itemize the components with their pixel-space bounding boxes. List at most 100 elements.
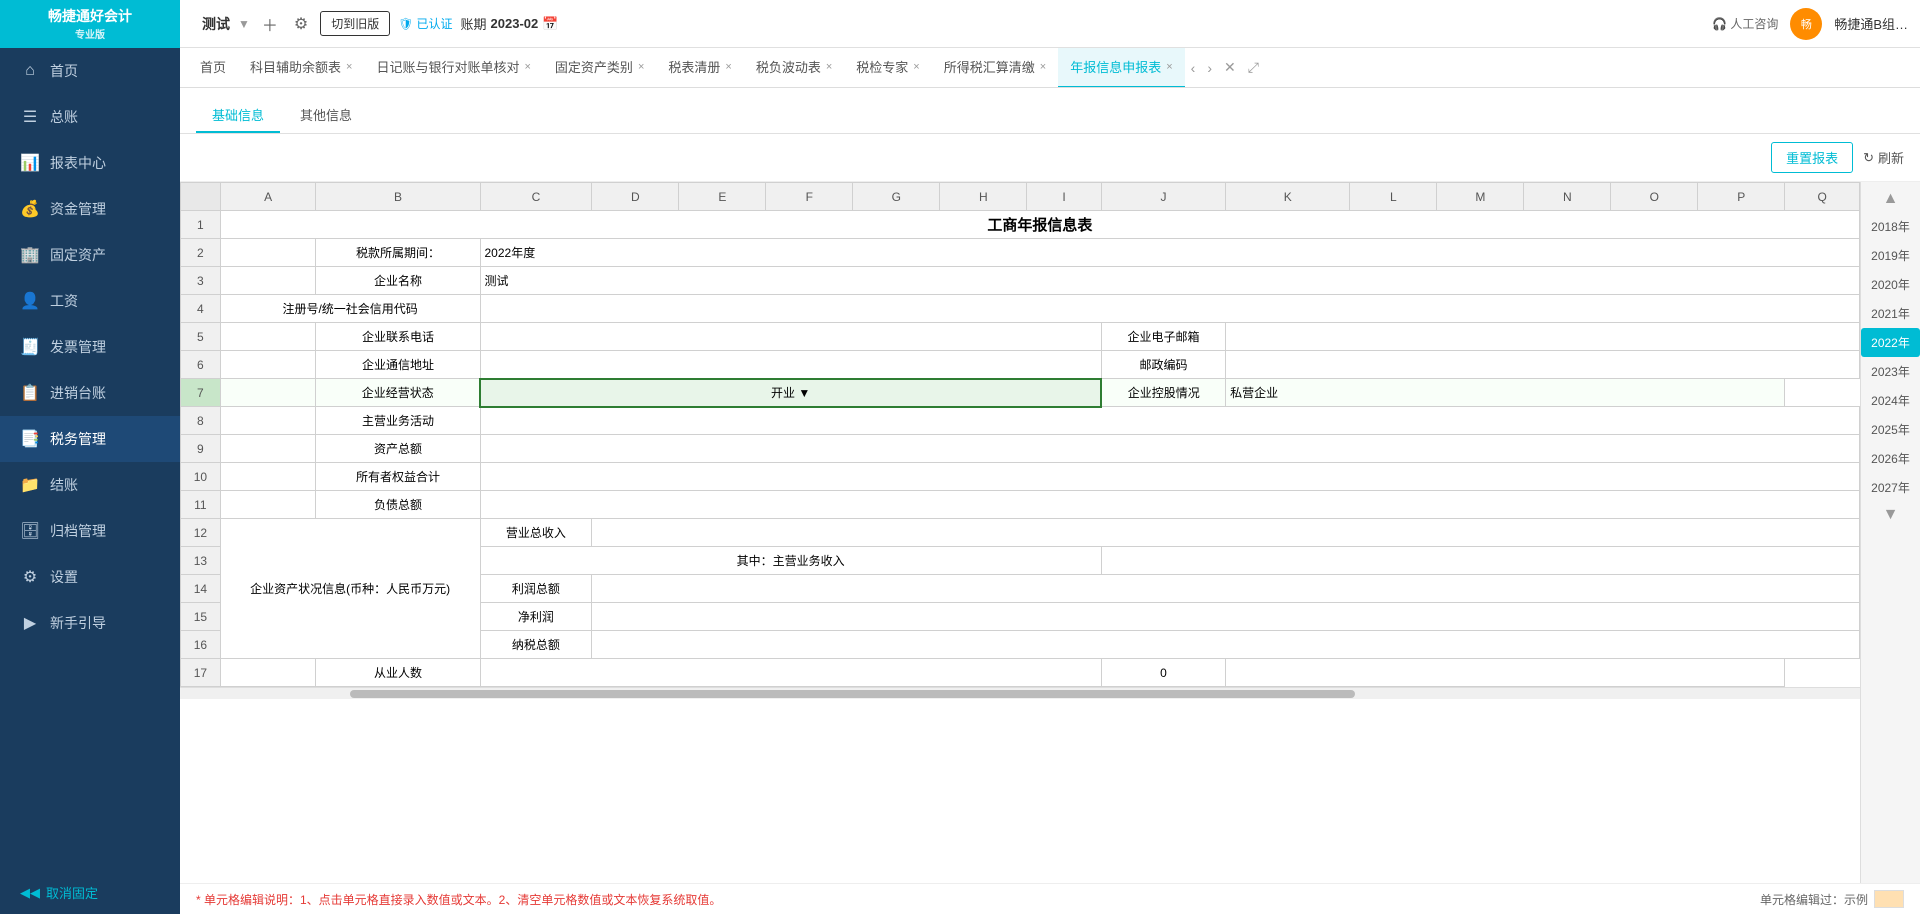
cell-4-c[interactable]	[480, 295, 1860, 323]
cell-10-c[interactable]	[480, 463, 1860, 491]
cell-2-a[interactable]	[220, 239, 316, 267]
sidebar-footer-unpin[interactable]: ◀◀ 取消固定	[0, 871, 180, 914]
tab-tax-expert[interactable]: 税检专家 ×	[844, 48, 931, 88]
cell-11-a[interactable]	[220, 491, 316, 519]
cell-3-c[interactable]: 测试	[480, 267, 1860, 295]
cell-9-a[interactable]	[220, 435, 316, 463]
cell-8-a[interactable]	[220, 407, 316, 435]
cell-12-val[interactable]	[592, 519, 1860, 547]
cell-5-k[interactable]	[1226, 323, 1860, 351]
cell-14-profit[interactable]: 利润总额	[480, 575, 592, 603]
cell-10-b[interactable]: 所有者权益合计	[316, 463, 480, 491]
cell-9-c[interactable]	[480, 435, 1860, 463]
sidebar-item-payroll[interactable]: 👤 工资	[0, 278, 180, 324]
cell-13-main-revenue[interactable]: 其中：主营业务收入	[480, 547, 1101, 575]
cell-7-c-dropdown[interactable]: 开业 ▼	[480, 379, 1101, 407]
tab-close-icon[interactable]: ×	[524, 61, 530, 73]
tab-home[interactable]: 首页	[188, 48, 238, 88]
cell-6-j[interactable]: 邮政编码	[1101, 351, 1225, 379]
cell-10-a[interactable]	[220, 463, 316, 491]
tab-annual-report[interactable]: 年报信息申报表 ×	[1058, 48, 1184, 88]
sidebar-item-assets[interactable]: 🏢 固定资产	[0, 232, 180, 278]
tab-close-icon[interactable]: ×	[1040, 61, 1046, 73]
cell-3-a[interactable]	[220, 267, 316, 295]
cell-7-b[interactable]: 企业经营状态	[316, 379, 480, 407]
year-item-2019[interactable]: 2019年	[1861, 241, 1920, 270]
cell-9-b[interactable]: 资产总额	[316, 435, 480, 463]
tab-expand-button[interactable]: ⤢	[1242, 55, 1265, 80]
sidebar-item-guide[interactable]: ▶ 新手引导	[0, 600, 180, 646]
year-item-2026[interactable]: 2026年	[1861, 444, 1920, 473]
sub-tab-basic[interactable]: 基础信息	[196, 98, 280, 133]
tab-tax-forms[interactable]: 税表清册 ×	[656, 48, 743, 88]
spreadsheet-main[interactable]: A B C D E F G H I J K L	[180, 182, 1860, 883]
cell-15-val[interactable]	[592, 603, 1860, 631]
cell-12-revenue[interactable]: 营业总收入	[480, 519, 592, 547]
year-scroll-down-button[interactable]: ▼	[1879, 502, 1903, 528]
cell-14-val[interactable]	[592, 575, 1860, 603]
tab-close-icon[interactable]: ×	[913, 61, 919, 73]
tab-close-icon[interactable]: ×	[826, 61, 832, 73]
year-item-2023[interactable]: 2023年	[1861, 357, 1920, 386]
cell-6-c[interactable]	[480, 351, 1101, 379]
tab-close-icon[interactable]: ×	[1166, 61, 1172, 73]
tab-close-icon[interactable]: ×	[638, 61, 644, 73]
tab-next-button[interactable]: ›	[1201, 56, 1218, 80]
tab-fixed-assets[interactable]: 固定资产类别 ×	[543, 48, 656, 88]
settings-icon[interactable]: ⚙	[290, 10, 312, 38]
cell-11-c[interactable]	[480, 491, 1860, 519]
cell-17-j[interactable]: 0	[1101, 659, 1225, 687]
tab-income-tax[interactable]: 所得税汇算清缴 ×	[932, 48, 1058, 88]
env-dropdown-icon[interactable]: ▼	[238, 17, 250, 31]
tab-close-all-button[interactable]: ✕	[1218, 55, 1242, 80]
cell-15-net-profit[interactable]: 净利润	[480, 603, 592, 631]
year-item-2021[interactable]: 2021年	[1861, 299, 1920, 328]
cell-13-val[interactable]	[1101, 547, 1859, 575]
add-tab-button[interactable]: ＋	[258, 8, 282, 40]
sidebar-item-reports[interactable]: 📊 报表中心	[0, 140, 180, 186]
switch-version-button[interactable]: 切到旧版	[320, 11, 390, 36]
cell-16-tax[interactable]: 纳税总额	[480, 631, 592, 659]
sub-tab-other[interactable]: 其他信息	[284, 98, 368, 133]
cell-17-employees[interactable]: 从业人数	[316, 659, 480, 687]
service-button[interactable]: 🎧 人工咨询	[1712, 15, 1778, 32]
cell-5-b[interactable]: 企业联系电话	[316, 323, 480, 351]
cell-4-ab[interactable]: 注册号/统一社会信用代码	[220, 295, 480, 323]
sheet-title-cell[interactable]: 工商年报信息表	[220, 211, 1859, 239]
horizontal-scrollbar[interactable]	[180, 687, 1860, 699]
cell-17-k[interactable]	[1226, 659, 1785, 687]
year-item-2024[interactable]: 2024年	[1861, 386, 1920, 415]
sidebar-item-close[interactable]: 📁 结账	[0, 462, 180, 508]
cell-6-b[interactable]: 企业通信地址	[316, 351, 480, 379]
sidebar-item-ledger[interactable]: ☰ 总账	[0, 94, 180, 140]
cell-8-b[interactable]: 主营业务活动	[316, 407, 480, 435]
cell-5-a[interactable]	[220, 323, 316, 351]
cell-7-k[interactable]: 私营企业	[1226, 379, 1785, 407]
cell-5-c[interactable]	[480, 323, 1101, 351]
calendar-icon[interactable]: 📅	[542, 16, 558, 32]
cell-2-c[interactable]: 2022年度	[480, 239, 1860, 267]
cell-6-k[interactable]	[1226, 351, 1860, 379]
tab-bank-reconcile[interactable]: 日记账与银行对账单核对 ×	[364, 48, 542, 88]
tab-tax-burden[interactable]: 税负波动表 ×	[744, 48, 844, 88]
cell-17-a[interactable]	[220, 659, 316, 687]
tab-subject-balance[interactable]: 科目辅助余额表 ×	[238, 48, 364, 88]
year-item-2025[interactable]: 2025年	[1861, 415, 1920, 444]
year-item-2020[interactable]: 2020年	[1861, 270, 1920, 299]
sidebar-item-archive[interactable]: 🗄 归档管理	[0, 508, 180, 554]
cell-16-val[interactable]	[592, 631, 1860, 659]
sidebar-item-invoices[interactable]: 🧾 发票管理	[0, 324, 180, 370]
cell-11-b[interactable]: 负债总额	[316, 491, 480, 519]
cell-2-b[interactable]: 税款所属期间：	[316, 239, 480, 267]
tab-prev-button[interactable]: ‹	[1185, 56, 1202, 80]
sidebar-item-home[interactable]: ⌂ 首页	[0, 48, 180, 94]
cell-12-asset-info[interactable]: 企业资产状况信息(币种：人民币万元)	[220, 519, 480, 659]
cell-6-a[interactable]	[220, 351, 316, 379]
sidebar-item-settings[interactable]: ⚙ 设置	[0, 554, 180, 600]
reset-report-button[interactable]: 重置报表	[1771, 142, 1853, 173]
cell-8-c[interactable]	[480, 407, 1860, 435]
sidebar-item-funds[interactable]: 💰 资金管理	[0, 186, 180, 232]
cell-7-a[interactable]	[220, 379, 316, 407]
year-item-2022[interactable]: 2022年	[1861, 328, 1920, 357]
sidebar-item-purchases[interactable]: 📋 进销台账	[0, 370, 180, 416]
